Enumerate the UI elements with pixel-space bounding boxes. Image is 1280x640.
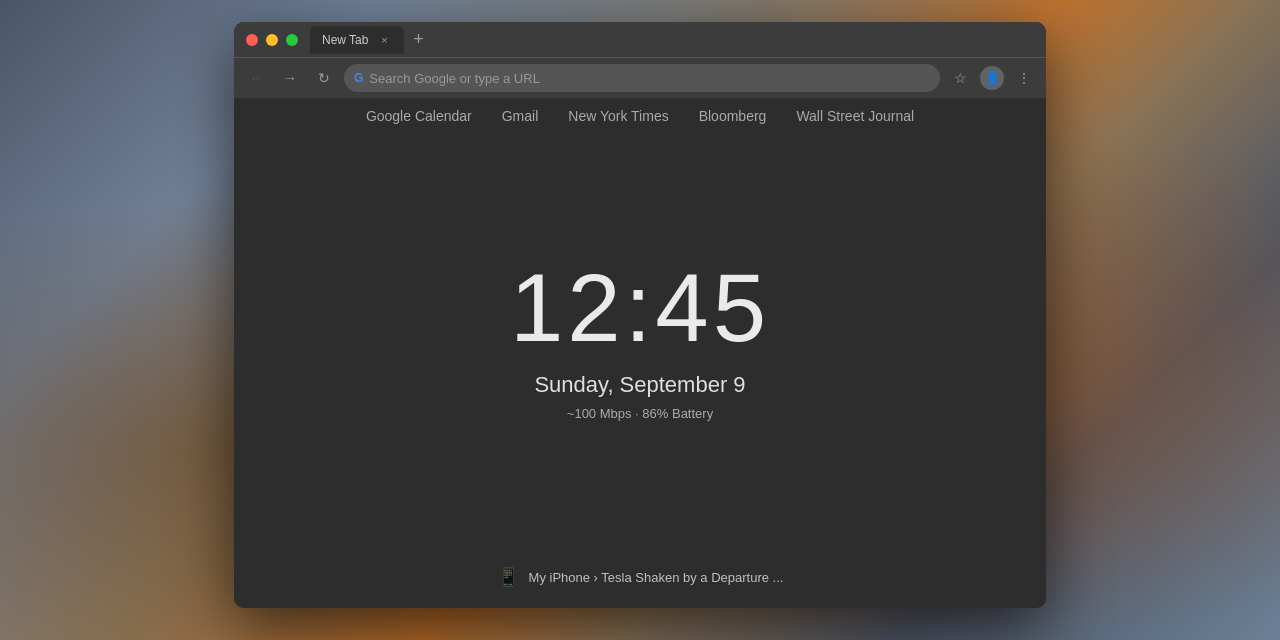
menu-button[interactable]: ⋮ — [1010, 64, 1038, 92]
iphone-icon: 📱 — [497, 566, 519, 588]
bookmarks-bar: Google Calendar Gmail New York Times Blo… — [234, 98, 1046, 132]
active-tab[interactable]: New Tab × — [310, 26, 404, 54]
search-input[interactable] — [369, 71, 930, 86]
bookmark-gmail[interactable]: Gmail — [502, 108, 539, 124]
bookmark-nyt[interactable]: New York Times — [568, 108, 668, 124]
iphone-notification[interactable]: 📱 My iPhone › Tesla Shaken by a Departur… — [497, 566, 784, 588]
status-display: ~100 Mbps · 86% Battery — [567, 406, 713, 421]
profile-button[interactable]: 👤 — [980, 66, 1004, 90]
refresh-button[interactable]: ↻ — [310, 64, 338, 92]
tab-title: New Tab — [322, 33, 368, 47]
forward-button[interactable]: → — [276, 64, 304, 92]
new-tab-button[interactable]: + — [404, 26, 432, 54]
tab-close-button[interactable]: × — [376, 32, 392, 48]
bookmark-bloomberg[interactable]: Bloomberg — [699, 108, 767, 124]
maximize-window-button[interactable] — [286, 34, 298, 46]
notification-text: My iPhone › Tesla Shaken by a Departure … — [529, 570, 784, 585]
minimize-window-button[interactable] — [266, 34, 278, 46]
clock-section: 12:45 Sunday, September 9 ~100 Mbps · 86… — [510, 132, 770, 608]
back-button[interactable]: ← — [242, 64, 270, 92]
bookmark-star-button[interactable]: ☆ — [946, 64, 974, 92]
bookmark-wsj[interactable]: Wall Street Journal — [796, 108, 914, 124]
time-display: 12:45 — [510, 260, 770, 356]
title-bar: New Tab × + — [234, 22, 1046, 58]
tab-bar: New Tab × + — [310, 26, 1034, 54]
date-display: Sunday, September 9 — [534, 372, 745, 398]
browser-window: New Tab × + ← → ↻ G ☆ 👤 ⋮ Google Calenda… — [234, 22, 1046, 608]
address-bar[interactable]: G — [344, 64, 940, 92]
bookmark-google-calendar[interactable]: Google Calendar — [366, 108, 472, 124]
close-window-button[interactable] — [246, 34, 258, 46]
content-area: Google Calendar Gmail New York Times Blo… — [234, 98, 1046, 608]
google-search-icon: G — [354, 71, 363, 85]
window-controls — [246, 34, 298, 46]
navigation-bar: ← → ↻ G ☆ 👤 ⋮ — [234, 58, 1046, 98]
